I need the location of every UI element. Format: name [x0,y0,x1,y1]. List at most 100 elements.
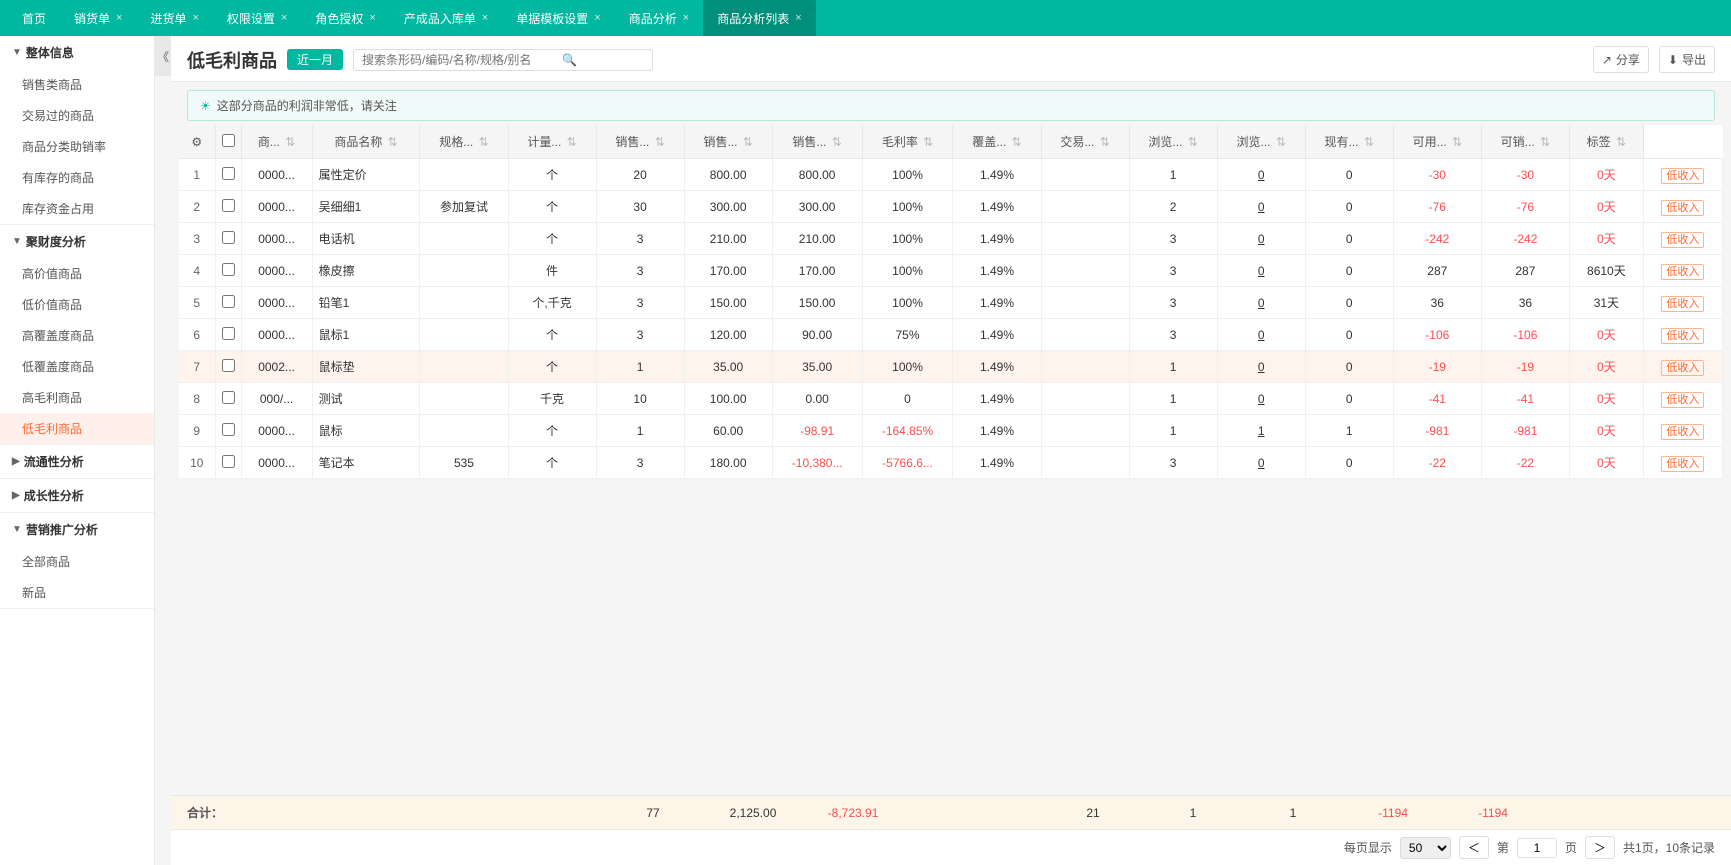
col-views1[interactable]: 浏览... ⇅ [1129,125,1217,159]
sidebar-section-wealth-title[interactable]: ▼ 聚财度分析 [0,225,154,258]
row-price: 300.00 [684,191,772,223]
close-icon[interactable]: × [116,12,122,24]
row-name[interactable]: 电话机 [312,223,420,255]
nav-purchase-order[interactable]: 进货单 × [136,0,212,36]
nav-product-analysis[interactable]: 商品分析 × [615,0,703,36]
col-profit[interactable]: 销售... ⇅ [772,125,862,159]
row-profit: -10,380... [772,447,862,479]
nav-sales-order[interactable]: 销货单 × [60,0,136,36]
views1-link[interactable]: 0 [1258,456,1265,470]
row-checkbox[interactable] [222,263,235,276]
export-button[interactable]: ⬇ 导出 [1659,46,1715,73]
share-button[interactable]: ↗ 分享 [1593,46,1649,73]
col-qty[interactable]: 销售... ⇅ [596,125,684,159]
col-unit[interactable]: 计量... ⇅ [508,125,596,159]
low-income-tag: 低收入 [1661,296,1704,312]
filter-tag-recent-month[interactable]: 近一月 [287,49,343,70]
col-price[interactable]: 销售... ⇅ [684,125,772,159]
col-stock[interactable]: 现有... ⇅ [1305,125,1393,159]
sidebar-item-stock-capital[interactable]: 库存资金占用 [0,193,154,224]
low-income-tag: 低收入 [1661,200,1704,216]
col-views2[interactable]: 浏览... ⇅ [1217,125,1305,159]
sidebar-section-marketing-title[interactable]: ▼ 营销推广分析 [0,513,154,546]
row-name[interactable]: 属性定价 [312,159,420,191]
sidebar-item-high-value[interactable]: 高价值商品 [0,258,154,289]
col-code[interactable]: 商... ⇅ [241,125,312,159]
col-spec[interactable]: 规格... ⇅ [420,125,508,159]
row-checkbox[interactable] [222,391,235,404]
nav-role-auth[interactable]: 角色授权 × [301,0,389,36]
sidebar-item-in-stock[interactable]: 有库存的商品 [0,162,154,193]
row-checkbox[interactable] [222,327,235,340]
row-name[interactable]: 鼠标垫 [312,351,420,383]
sidebar-collapse-button[interactable]: 《 [155,36,171,76]
row-checkbox[interactable] [222,199,235,212]
views1-link[interactable]: 0 [1258,392,1265,406]
sidebar-item-traded-goods[interactable]: 交易过的商品 [0,100,154,131]
sidebar-item-new-goods[interactable]: 新品 [0,577,154,608]
sidebar-item-high-margin[interactable]: 高毛利商品 [0,382,154,413]
col-profit-rate[interactable]: 毛利率 ⇅ [862,125,953,159]
sidebar-section-growth-title[interactable]: ▶ 成长性分析 [0,479,154,512]
sidebar-item-low-value[interactable]: 低价值商品 [0,289,154,320]
col-coverage[interactable]: 覆盖... ⇅ [953,125,1041,159]
row-checkbox[interactable] [222,359,235,372]
close-icon[interactable]: × [369,12,375,24]
sidebar-item-category-rate[interactable]: 商品分类助销率 [0,131,154,162]
page-number-input[interactable] [1517,838,1557,858]
next-page-button[interactable]: ＞ [1585,836,1615,859]
col-saleable[interactable]: 可销... ⇅ [1481,125,1569,159]
row-name[interactable]: 测试 [312,383,420,415]
search-input[interactable] [362,53,562,67]
row-num: 10 [179,447,215,479]
col-trades[interactable]: 交易... ⇅ [1041,125,1129,159]
sidebar-item-high-coverage[interactable]: 高覆盖度商品 [0,320,154,351]
row-checkbox[interactable] [222,423,235,436]
low-income-tag: 低收入 [1661,328,1704,344]
row-name[interactable]: 鼠标1 [312,319,420,351]
row-checkbox[interactable] [222,231,235,244]
col-name[interactable]: 商品名称 ⇅ [312,125,420,159]
col-settings[interactable]: ⚙ [179,125,215,159]
close-icon[interactable]: × [594,12,600,24]
row-name[interactable]: 笔记本 [312,447,420,479]
sidebar-section-overall-title[interactable]: ▼ 整体信息 [0,36,154,69]
close-icon[interactable]: × [683,12,689,24]
row-name[interactable]: 铅笔1 [312,287,420,319]
prev-page-button[interactable]: ＜ [1459,836,1489,859]
sidebar-item-low-coverage[interactable]: 低覆盖度商品 [0,351,154,382]
nav-product-stock[interactable]: 产成品入库单 × [390,0,502,36]
close-icon[interactable]: × [281,12,287,24]
page-size-select[interactable]: 50 10 20 100 [1400,837,1451,859]
sidebar-item-low-margin[interactable]: 低毛利商品 [0,413,154,444]
nav-template-settings[interactable]: 单据模板设置 × [502,0,614,36]
row-name[interactable]: 鼠标 [312,415,420,447]
sidebar-item-sales-goods[interactable]: 销售类商品 [0,69,154,100]
select-all-checkbox[interactable] [222,134,235,147]
views1-link[interactable]: 0 [1258,360,1265,374]
row-checkbox[interactable] [222,455,235,468]
views1-link[interactable]: 0 [1258,200,1265,214]
views1-link[interactable]: 1 [1258,424,1265,438]
close-icon[interactable]: × [192,12,198,24]
close-icon[interactable]: × [795,12,801,24]
views1-link[interactable]: 0 [1258,296,1265,310]
nav-permission-settings[interactable]: 权限设置 × [213,0,301,36]
nav-home[interactable]: 首页 [8,0,60,36]
col-tag[interactable]: 标签 ⇅ [1569,125,1643,159]
views1-link[interactable]: 0 [1258,168,1265,182]
views1-link[interactable]: 0 [1258,328,1265,342]
row-name[interactable]: 吴细细1 [312,191,420,223]
row-name[interactable]: 橡皮擦 [312,255,420,287]
close-icon[interactable]: × [482,12,488,24]
nav-product-analysis-list[interactable]: 商品分析列表 × [703,0,815,36]
sidebar-section-circulation-title[interactable]: ▶ 流通性分析 [0,445,154,478]
search-icon[interactable]: 🔍 [562,53,577,67]
row-checkbox[interactable] [222,167,235,180]
views1-link[interactable]: 0 [1258,264,1265,278]
row-checkbox[interactable] [222,295,235,308]
sidebar-item-all-goods[interactable]: 全部商品 [0,546,154,577]
col-avail[interactable]: 可用... ⇅ [1393,125,1481,159]
views1-link[interactable]: 0 [1258,232,1265,246]
row-unit: 个 [508,191,596,223]
